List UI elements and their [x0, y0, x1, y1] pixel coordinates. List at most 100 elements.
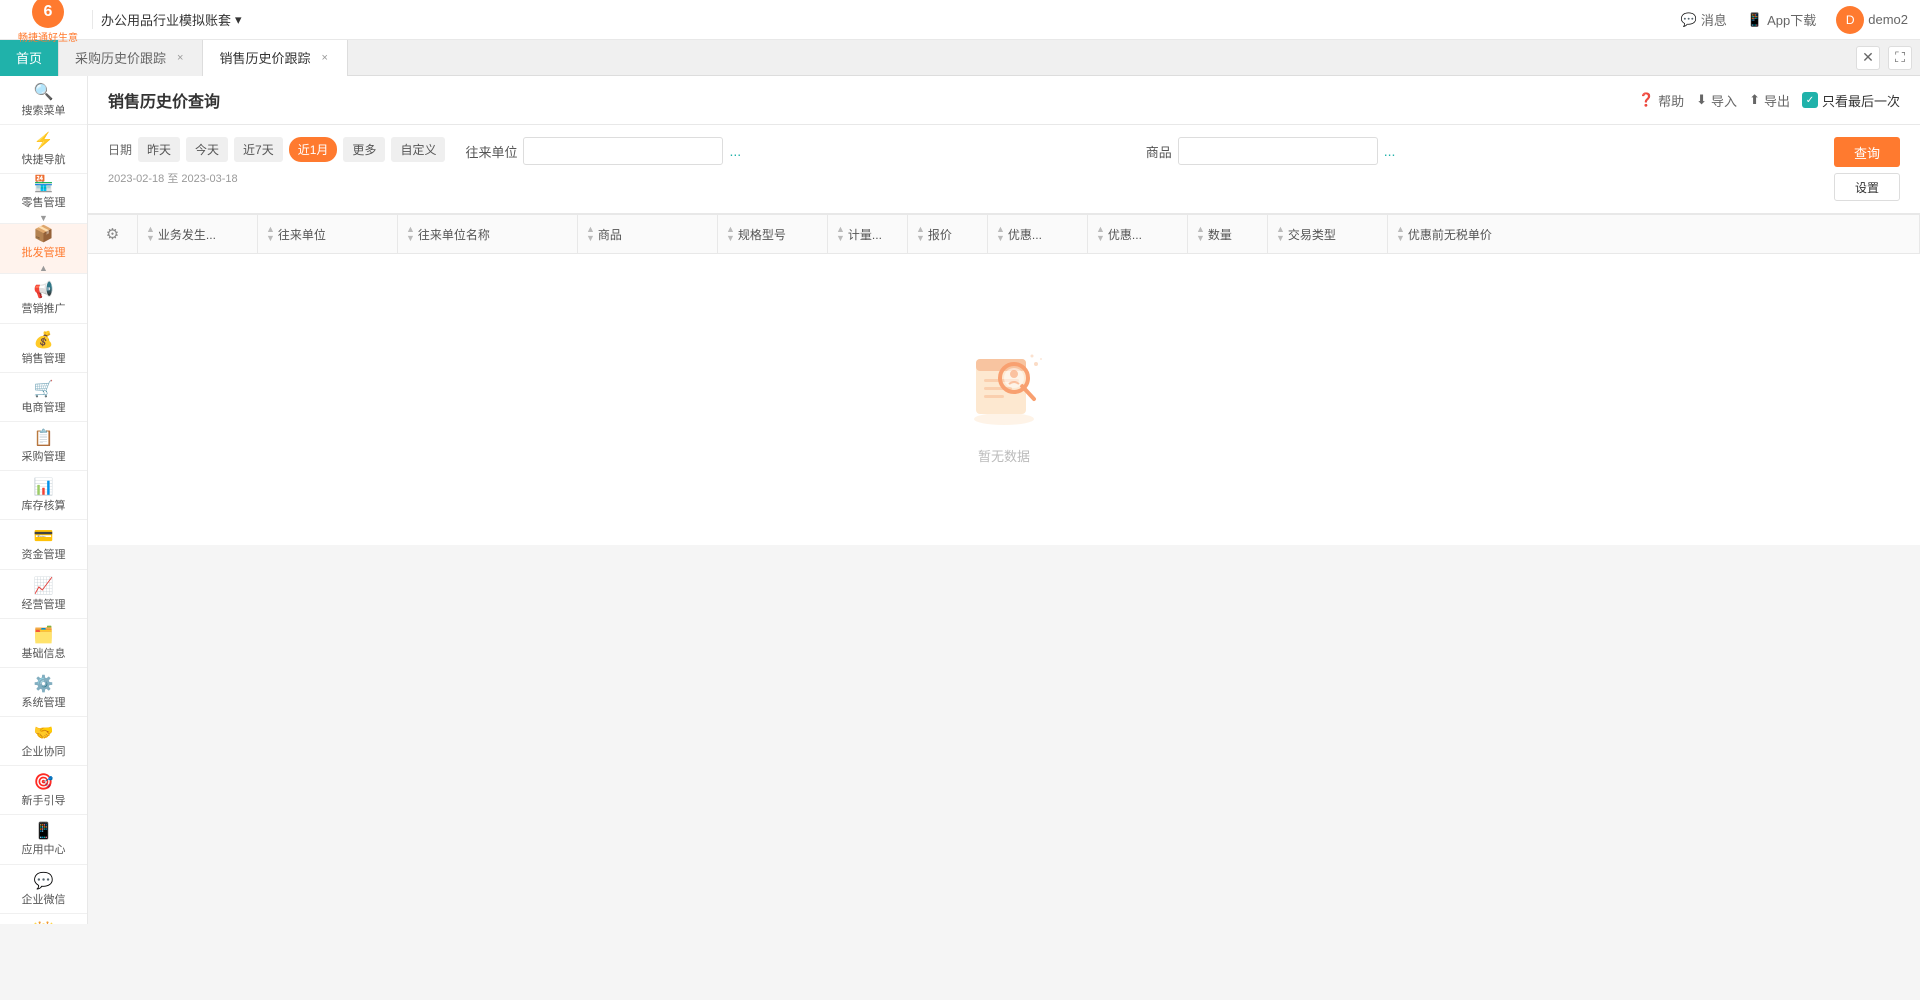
- ecommerce-icon: 🛒: [34, 379, 54, 399]
- logo: 6 畅捷通好生意: [12, 0, 84, 44]
- sidebar-item-marketing[interactable]: 📢 营销推广: [0, 274, 87, 323]
- table-settings-icon[interactable]: ⚙: [106, 225, 119, 243]
- sidebar-label-finance: 资金管理: [22, 549, 66, 562]
- help-btn[interactable]: ❓ 帮助: [1638, 91, 1684, 110]
- sidebar-item-operation[interactable]: 📈 经营管理: [0, 570, 87, 619]
- sidebar-item-sales-mgmt[interactable]: 💰 销售管理: [0, 324, 87, 373]
- col-header-partner-name[interactable]: ▲▼ 往来单位名称: [398, 215, 578, 253]
- col-discount1-sort: ▲▼: [996, 225, 1005, 243]
- col-header-discount1[interactable]: ▲▼ 优惠...: [988, 215, 1088, 253]
- sidebar-label-operation: 经营管理: [22, 599, 66, 612]
- purchase-icon: 📋: [34, 428, 54, 448]
- data-table: ⚙ ▲▼ 业务发生... ▲▼ 往来单位 ▲▼ 往来单位名称 ▲▼ 商品: [88, 214, 1920, 545]
- sidebar-label-quicknav: 快捷导航: [22, 154, 66, 167]
- col-partner-name-label: 往来单位名称: [418, 226, 490, 243]
- product-picker-btn[interactable]: ...: [1384, 143, 1396, 159]
- sidebar-label-basic: 基础信息: [22, 648, 66, 661]
- sidebar-item-enterprise[interactable]: 🤝 企业协同: [0, 717, 87, 766]
- col-header-qty[interactable]: ▲▼ 数量: [1188, 215, 1268, 253]
- message-icon: 💬: [1681, 12, 1697, 28]
- sidebar-item-quicknav[interactable]: ⚡ 快捷导航: [0, 125, 87, 174]
- sidebar-label-sales-mgmt: 销售管理: [22, 353, 66, 366]
- col-spec-label: 规格型号: [738, 226, 786, 243]
- basic-icon: 🗂️: [34, 625, 54, 645]
- col-discount2-label: 优惠...: [1108, 226, 1142, 243]
- date-btn-more[interactable]: 更多: [343, 137, 385, 162]
- sidebar-item-wholesale[interactable]: 📦 批发管理 ▲: [0, 224, 87, 274]
- tab-sales-history[interactable]: 销售历史价跟踪 ×: [203, 40, 347, 76]
- col-date-label: 业务发生...: [158, 226, 216, 243]
- sidebar-label-inventory: 库存核算: [22, 500, 66, 513]
- col-header-settings[interactable]: ⚙: [88, 215, 138, 253]
- col-header-discount2[interactable]: ▲▼ 优惠...: [1088, 215, 1188, 253]
- date-btn-today[interactable]: 今天: [186, 137, 228, 162]
- sidebar-item-member[interactable]: 👑 畅会员: [0, 914, 87, 924]
- date-btn-1month[interactable]: 近1月: [289, 137, 338, 162]
- tab-sales-close[interactable]: ×: [318, 51, 330, 65]
- date-btn-7days[interactable]: 近7天: [234, 137, 283, 162]
- last-only-wrapper: ✓ 只看最后一次: [1802, 91, 1900, 110]
- app-download-btn[interactable]: 📱 App下载: [1747, 10, 1816, 29]
- enterprise-icon: 🤝: [34, 723, 54, 743]
- sidebar-item-retail[interactable]: 🏪 零售管理 ▼: [0, 174, 87, 224]
- sidebar-item-search[interactable]: 🔍 搜索菜单: [0, 76, 87, 125]
- col-header-notax-price[interactable]: ▲▼ 优惠前无税单价: [1388, 215, 1920, 253]
- date-btn-yesterday[interactable]: 昨天: [138, 137, 180, 162]
- export-label: 导出: [1764, 91, 1790, 110]
- product-input[interactable]: [1178, 137, 1378, 165]
- query-button[interactable]: 查询: [1834, 137, 1900, 167]
- col-header-date[interactable]: ▲▼ 业务发生...: [138, 215, 258, 253]
- col-header-spec[interactable]: ▲▼ 规格型号: [718, 215, 828, 253]
- sidebar-item-purchase[interactable]: 📋 采购管理: [0, 422, 87, 471]
- message-btn[interactable]: 💬 消息: [1681, 10, 1727, 29]
- last-only-checkbox[interactable]: ✓: [1802, 92, 1818, 108]
- help-label: 帮助: [1658, 91, 1684, 110]
- tab-close-all-btn[interactable]: ✕: [1856, 46, 1880, 70]
- col-partner-code-label: 往来单位: [278, 226, 326, 243]
- sidebar-item-guide[interactable]: 🎯 新手引导: [0, 766, 87, 815]
- partner-input[interactable]: [523, 137, 723, 165]
- import-icon: ⬇: [1696, 92, 1707, 108]
- date-buttons-row: 日期 昨天 今天 近7天 近1月 更多 自定义: [108, 137, 445, 162]
- col-header-quote[interactable]: ▲▼ 报价: [908, 215, 988, 253]
- retail-arrow: ▼: [39, 213, 48, 223]
- sidebar-item-inventory[interactable]: 📊 库存核算: [0, 471, 87, 520]
- table-header: ⚙ ▲▼ 业务发生... ▲▼ 往来单位 ▲▼ 往来单位名称 ▲▼ 商品: [88, 214, 1920, 254]
- col-header-product[interactable]: ▲▼ 商品: [578, 215, 718, 253]
- quicknav-icon: ⚡: [34, 131, 54, 151]
- tab-purchase-close[interactable]: ×: [174, 51, 186, 65]
- partner-label: 往来单位: [465, 142, 517, 161]
- partner-picker-btn[interactable]: ...: [729, 143, 741, 159]
- sidebar-item-finance[interactable]: 💳 资金管理: [0, 520, 87, 569]
- company-name: 办公用品行业模拟账套: [101, 10, 231, 29]
- col-header-trade-type[interactable]: ▲▼ 交易类型: [1268, 215, 1388, 253]
- col-header-partner-code[interactable]: ▲▼ 往来单位: [258, 215, 398, 253]
- sidebar-label-appstore: 应用中心: [22, 844, 66, 857]
- export-btn[interactable]: ⬆ 导出: [1749, 91, 1790, 110]
- sidebar-item-appstore[interactable]: 📱 应用中心: [0, 815, 87, 864]
- col-header-unit[interactable]: ▲▼ 计量...: [828, 215, 908, 253]
- sidebar-item-basic[interactable]: 🗂️ 基础信息: [0, 619, 87, 668]
- col-product-sort: ▲▼: [586, 225, 595, 243]
- partner-filter-group: 往来单位 ...: [465, 137, 1125, 165]
- import-label: 导入: [1711, 91, 1737, 110]
- tab-purchase-history[interactable]: 采购历史价跟踪 ×: [59, 40, 203, 76]
- settings-button[interactable]: 设置: [1834, 173, 1900, 201]
- empty-icon: [954, 334, 1054, 434]
- tab-home[interactable]: 首页: [0, 40, 59, 76]
- sidebar-item-wechat[interactable]: 💬 企业微信: [0, 865, 87, 914]
- empty-state: 暂无数据: [88, 254, 1920, 545]
- top-bar-right: 💬 消息 📱 App下载 D demo2: [1681, 6, 1908, 34]
- appstore-icon: 📱: [34, 821, 54, 841]
- user-name: demo2: [1868, 12, 1908, 27]
- date-btn-custom[interactable]: 自定义: [391, 137, 445, 162]
- import-btn[interactable]: ⬇ 导入: [1696, 91, 1737, 110]
- retail-icon: 🏪: [34, 174, 54, 194]
- wholesale-icon: 📦: [34, 224, 54, 244]
- sidebar-item-ecommerce[interactable]: 🛒 电商管理: [0, 373, 87, 422]
- sidebar-label-enterprise: 企业协同: [22, 746, 66, 759]
- tab-fullscreen-btn[interactable]: ⛶: [1888, 46, 1912, 70]
- company-selector[interactable]: 办公用品行业模拟账套 ▾: [92, 10, 250, 29]
- sidebar-item-system[interactable]: ⚙️ 系统管理: [0, 668, 87, 717]
- user-menu[interactable]: D demo2: [1836, 6, 1908, 34]
